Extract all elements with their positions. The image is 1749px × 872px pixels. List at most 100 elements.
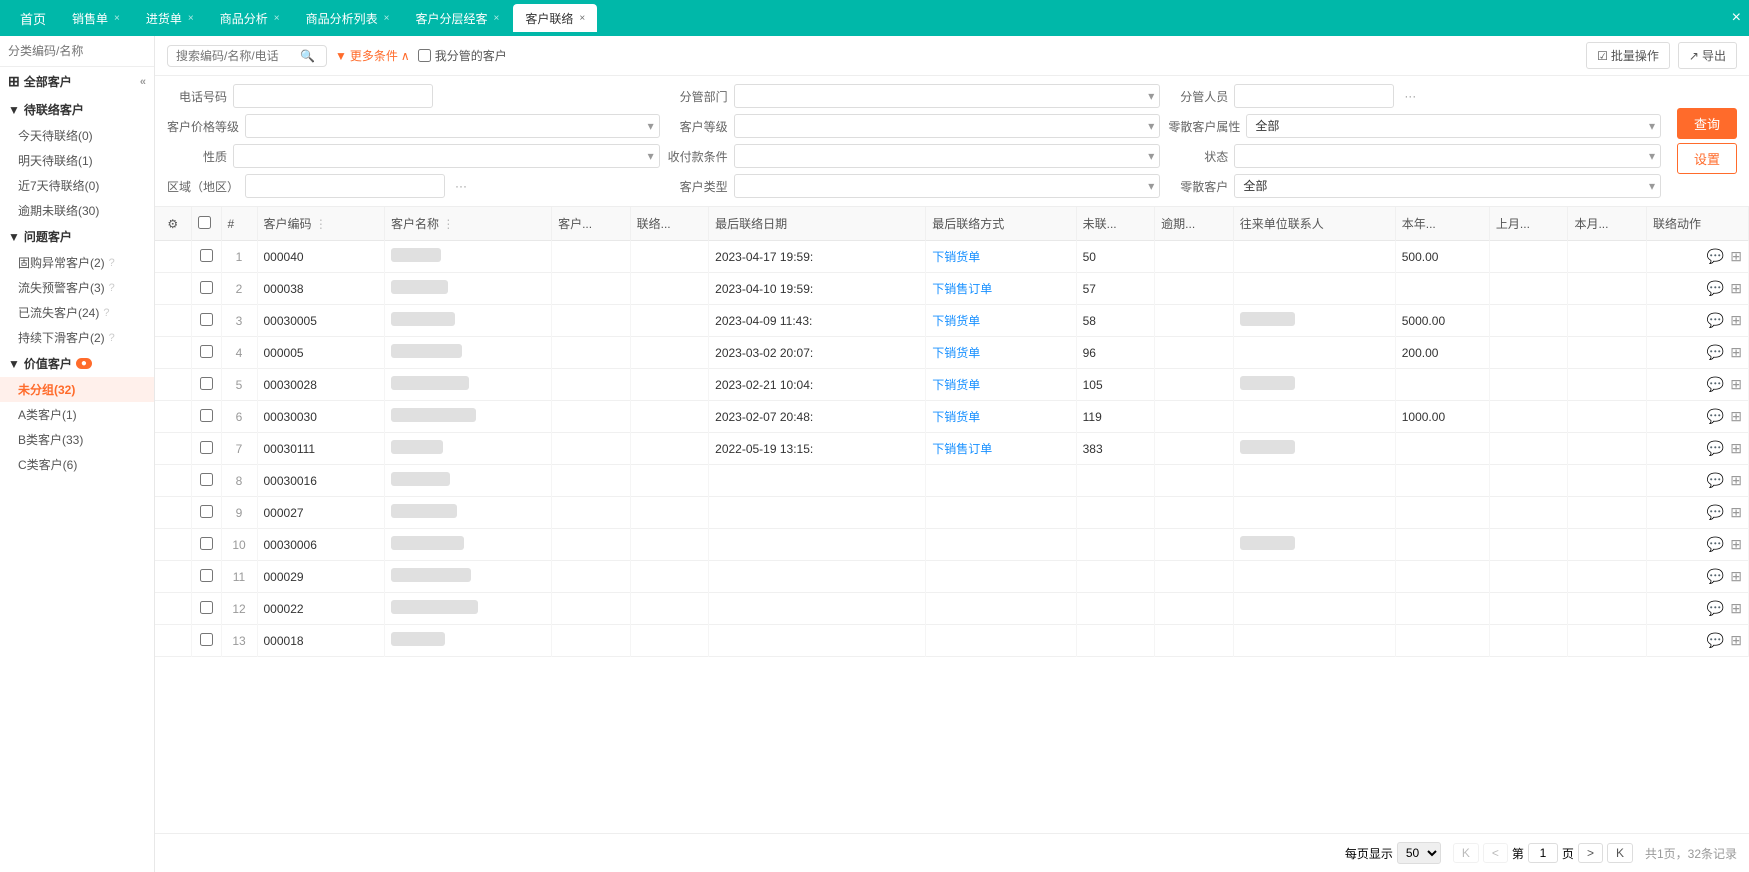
more-icon-3[interactable]: ⊞	[1730, 344, 1742, 361]
more-icon-2[interactable]: ⊞	[1730, 312, 1742, 329]
more-icon-4[interactable]: ⊞	[1730, 376, 1742, 393]
td-check-1[interactable]	[191, 273, 221, 305]
th-this-year[interactable]: 本年...	[1395, 207, 1489, 241]
chat-icon-5[interactable]: 💬	[1707, 408, 1724, 425]
method-link-4[interactable]: 下销货单	[932, 378, 980, 392]
nav-tab-sales[interactable]: 销售单 ×	[60, 4, 132, 32]
more-icon-7[interactable]: ⊞	[1730, 472, 1742, 489]
payment-select[interactable]	[734, 144, 1161, 168]
nav-tab-purchase[interactable]: 进货单 ×	[134, 4, 206, 32]
batch-operation-btn[interactable]: ☑ 批量操作	[1586, 42, 1670, 69]
select-all-checkbox[interactable]	[198, 216, 211, 229]
query-button[interactable]: 查询	[1677, 108, 1737, 139]
td-last-contact-method-1[interactable]: 下销售订单	[926, 273, 1076, 305]
col-resize-name[interactable]: ⋮	[442, 217, 454, 231]
region-dots-btn[interactable]: ···	[451, 179, 471, 193]
row-checkbox-6[interactable]	[200, 441, 213, 454]
nav-tab-analysis[interactable]: 商品分析 ×	[208, 4, 292, 32]
td-check-11[interactable]	[191, 593, 221, 625]
customer-type-select[interactable]	[734, 174, 1161, 198]
td-last-contact-method-8[interactable]	[926, 497, 1076, 529]
th-last-contact-method[interactable]: 最后联络方式	[926, 207, 1076, 241]
dept-select[interactable]	[734, 84, 1161, 108]
th-check[interactable]	[191, 207, 221, 241]
td-check-7[interactable]	[191, 465, 221, 497]
phone-input[interactable]	[233, 84, 433, 108]
th-last-contact-date[interactable]: 最后联络日期	[709, 207, 926, 241]
row-checkbox-12[interactable]	[200, 633, 213, 646]
page-number-input[interactable]	[1528, 843, 1558, 863]
nav-close-all-btn[interactable]: ×	[1732, 9, 1741, 27]
td-last-contact-method-4[interactable]: 下销货单	[926, 369, 1076, 401]
chat-icon-4[interactable]: 💬	[1707, 376, 1724, 393]
method-link-2[interactable]: 下销货单	[932, 314, 980, 328]
more-icon-5[interactable]: ⊞	[1730, 408, 1742, 425]
nav-tab-analysis-list[interactable]: 商品分析列表 ×	[294, 4, 402, 32]
price-level-select[interactable]	[245, 114, 660, 138]
prev-page-btn[interactable]: K	[1453, 843, 1479, 863]
td-check-0[interactable]	[191, 241, 221, 273]
chat-icon-6[interactable]: 💬	[1707, 440, 1724, 457]
nav-tab-customer-segment-close[interactable]: ×	[493, 13, 499, 24]
sidebar-all-customers[interactable]: ⊞ 全部客户 «	[0, 67, 154, 96]
more-icon-12[interactable]: ⊞	[1730, 632, 1742, 649]
filter-search-icon[interactable]: 🔍	[300, 49, 315, 63]
more-icon-10[interactable]: ⊞	[1730, 568, 1742, 585]
th-contact[interactable]: 联络...	[630, 207, 709, 241]
sidebar-item-declining[interactable]: 持续下滑客户(2) ?	[0, 325, 154, 350]
more-icon-1[interactable]: ⊞	[1730, 280, 1742, 297]
row-checkbox-3[interactable]	[200, 345, 213, 358]
td-last-contact-method-3[interactable]: 下销货单	[926, 337, 1076, 369]
nav-tab-sales-close[interactable]: ×	[114, 13, 120, 24]
method-link-3[interactable]: 下销货单	[932, 346, 980, 360]
row-checkbox-8[interactable]	[200, 505, 213, 518]
person-dots-btn[interactable]: ···	[1400, 89, 1420, 103]
nature-select[interactable]	[233, 144, 660, 168]
retail-customer-select[interactable]: 全部	[1234, 174, 1661, 198]
method-link-1[interactable]: 下销售订单	[932, 282, 992, 296]
more-icon-0[interactable]: ⊞	[1730, 248, 1742, 265]
chat-icon-12[interactable]: 💬	[1707, 632, 1724, 649]
my-customers-checkbox[interactable]	[418, 49, 431, 62]
nav-tab-purchase-close[interactable]: ×	[188, 13, 194, 24]
td-last-contact-method-10[interactable]	[926, 561, 1076, 593]
chat-icon-10[interactable]: 💬	[1707, 568, 1724, 585]
more-icon-8[interactable]: ⊞	[1730, 504, 1742, 521]
row-checkbox-2[interactable]	[200, 313, 213, 326]
row-checkbox-1[interactable]	[200, 281, 213, 294]
sidebar-item-overdue[interactable]: 逾期未联络(30)	[0, 198, 154, 223]
td-last-contact-method-11[interactable]	[926, 593, 1076, 625]
sidebar-search-input[interactable]	[8, 44, 155, 58]
td-last-contact-method-2[interactable]: 下销货单	[926, 305, 1076, 337]
td-check-8[interactable]	[191, 497, 221, 529]
td-last-contact-method-7[interactable]	[926, 465, 1076, 497]
td-check-3[interactable]	[191, 337, 221, 369]
nav-tab-customer-contact-close[interactable]: ×	[579, 13, 585, 24]
th-no-contact[interactable]: 未联...	[1076, 207, 1155, 241]
th-last-month[interactable]: 上月...	[1489, 207, 1568, 241]
sidebar-item-tomorrow[interactable]: 明天待联络(1)	[0, 148, 154, 173]
nav-tab-customer-segment[interactable]: 客户分层经客 ×	[403, 4, 511, 32]
th-code[interactable]: 客户编码 ⋮	[257, 207, 385, 241]
filter-search-input[interactable]	[176, 49, 296, 63]
person-input[interactable]	[1234, 84, 1394, 108]
td-check-10[interactable]	[191, 561, 221, 593]
th-settings[interactable]: ⚙	[155, 207, 191, 241]
sidebar-item-classA[interactable]: A类客户(1)	[0, 402, 154, 427]
retail-attr-select[interactable]: 全部	[1246, 114, 1661, 138]
td-last-contact-method-9[interactable]	[926, 529, 1076, 561]
sidebar-item-churned[interactable]: 已流失客户(24) ?	[0, 300, 154, 325]
more-icon-6[interactable]: ⊞	[1730, 440, 1742, 457]
customer-level-select[interactable]	[734, 114, 1161, 138]
row-checkbox-10[interactable]	[200, 569, 213, 582]
chat-icon-7[interactable]: 💬	[1707, 472, 1724, 489]
chat-icon-8[interactable]: 💬	[1707, 504, 1724, 521]
td-last-contact-method-0[interactable]: 下销货单	[926, 241, 1076, 273]
chat-icon-1[interactable]: 💬	[1707, 280, 1724, 297]
sidebar-item-ungrouped[interactable]: 未分组(32)	[0, 377, 154, 402]
prev-step-btn[interactable]: <	[1483, 843, 1508, 863]
sidebar-group-pending[interactable]: ▼ 待联络客户	[0, 96, 154, 123]
export-btn[interactable]: ↗ 导出	[1678, 42, 1737, 69]
next-page-btn[interactable]: K	[1607, 843, 1633, 863]
sidebar-item-abnormal[interactable]: 固购异常客户(2) ?	[0, 250, 154, 275]
